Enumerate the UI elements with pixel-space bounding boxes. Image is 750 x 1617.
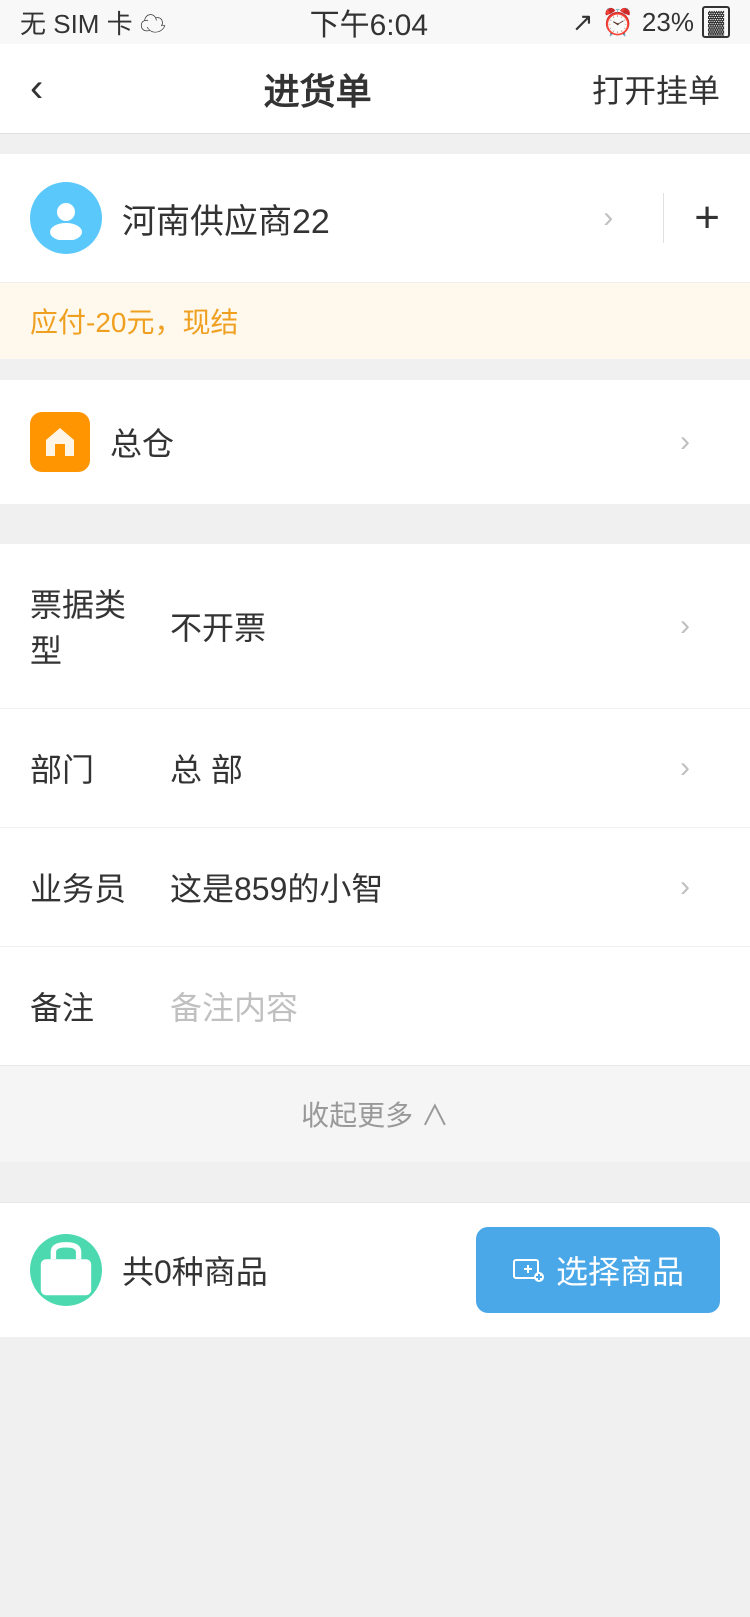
status-right: ↗ ⏰ 23% ▓ xyxy=(572,6,730,38)
product-count-label: 共0种商品 xyxy=(122,1247,476,1293)
form-section: 票据类型 不开票 › 部门 总 部 › 业务员 这是859的小智 › 备注 备注… xyxy=(0,544,750,1065)
section-gap-4 xyxy=(0,1162,750,1182)
sim-label: 无 SIM 卡 ☁ xyxy=(20,4,166,41)
notice-banner: 应付-20元，现结 xyxy=(0,283,750,359)
page-filler xyxy=(0,1337,750,1617)
product-icon xyxy=(30,1234,102,1306)
salesperson-arrow-icon: › xyxy=(680,870,690,904)
invoice-type-label: 票据类型 xyxy=(30,580,150,672)
invoice-type-row[interactable]: 票据类型 不开票 › xyxy=(0,544,750,709)
supplier-row[interactable]: 河南供应商22 › + xyxy=(0,154,750,283)
add-supplier-button[interactable]: + xyxy=(694,193,720,243)
remark-row[interactable]: 备注 备注内容 xyxy=(0,947,750,1065)
select-product-button[interactable]: 选择商品 xyxy=(476,1227,720,1313)
select-product-label: 选择商品 xyxy=(556,1247,684,1293)
department-value: 总 部 xyxy=(150,745,680,791)
status-time: 下午6:04 xyxy=(310,0,428,44)
collapse-row[interactable]: 收起更多 ∧ xyxy=(0,1065,750,1162)
warehouse-name: 总仓 xyxy=(110,419,680,465)
section-gap-2 xyxy=(0,359,750,379)
status-left: 无 SIM 卡 ☁ xyxy=(20,4,166,41)
bottom-bar: 共0种商品 选择商品 xyxy=(0,1202,750,1337)
page-title: 进货单 xyxy=(264,63,372,115)
invoice-type-value: 不开票 xyxy=(150,603,680,649)
section-gap-3 xyxy=(0,504,750,524)
alarm-icon: ⏰ xyxy=(602,7,634,38)
supplier-arrow-icon: › xyxy=(603,201,613,235)
warehouse-arrow-icon: › xyxy=(680,425,690,459)
remark-label: 备注 xyxy=(30,983,150,1029)
warehouse-row[interactable]: 总仓 › xyxy=(0,379,750,504)
select-product-icon xyxy=(512,1254,544,1286)
status-bar: 无 SIM 卡 ☁ 下午6:04 ↗ ⏰ 23% ▓ xyxy=(0,0,750,44)
supplier-divider xyxy=(663,193,664,243)
warehouse-card: 总仓 › xyxy=(0,379,750,504)
salesperson-value: 这是859的小智 xyxy=(150,864,680,910)
supplier-avatar xyxy=(30,182,102,254)
salesperson-row[interactable]: 业务员 这是859的小智 › xyxy=(0,828,750,947)
department-label: 部门 xyxy=(30,745,150,791)
invoice-type-arrow-icon: › xyxy=(680,609,690,643)
department-arrow-icon: › xyxy=(680,751,690,785)
open-pending-button[interactable]: 打开挂单 xyxy=(592,66,720,112)
battery-label: 23% xyxy=(642,7,694,38)
salesperson-label: 业务员 xyxy=(30,864,150,910)
warehouse-icon xyxy=(30,412,90,472)
collapse-label: 收起更多 ∧ xyxy=(301,1094,449,1134)
back-button[interactable]: ‹ xyxy=(30,66,43,111)
department-row[interactable]: 部门 总 部 › xyxy=(0,709,750,828)
supplier-card: 河南供应商22 › + 应付-20元，现结 xyxy=(0,154,750,359)
section-gap-1 xyxy=(0,134,750,154)
battery-icon: ▓ xyxy=(702,6,730,38)
nav-bar: ‹ 进货单 打开挂单 xyxy=(0,44,750,134)
supplier-name: 河南供应商22 xyxy=(122,194,603,243)
remark-input[interactable]: 备注内容 xyxy=(150,983,720,1029)
location-icon: ↗ xyxy=(572,7,594,38)
